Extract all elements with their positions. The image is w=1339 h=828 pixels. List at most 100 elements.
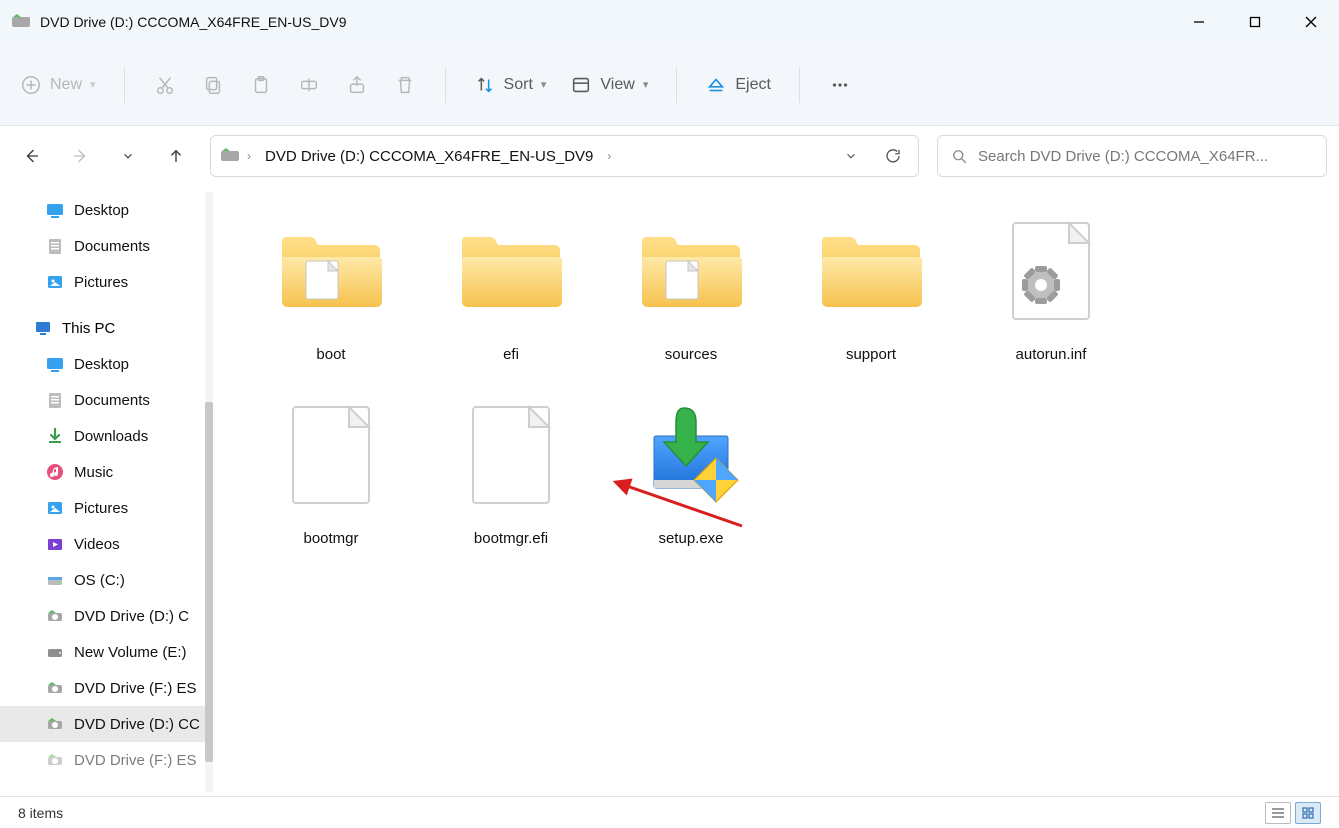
chevron-down-icon: ▾	[541, 78, 547, 91]
setup-icon	[636, 390, 746, 520]
file-grid: boot efi sources support autorun.inf bootmgr…	[213, 186, 1339, 796]
file-item[interactable]: sources	[601, 206, 781, 386]
sidebar-item[interactable]: New Volume (E:)	[0, 634, 213, 670]
downloads-icon	[46, 427, 64, 445]
sidebar-item[interactable]: OS (C:)	[0, 562, 213, 598]
disk-icon	[46, 571, 64, 589]
sort-button[interactable]: Sort ▾	[464, 63, 557, 107]
videos-icon	[46, 535, 64, 553]
file-item[interactable]: boot	[241, 206, 421, 386]
sidebar-item[interactable]: Downloads	[0, 418, 213, 454]
sidebar-item[interactable]: Documents	[0, 228, 213, 264]
sidebar-item-label: Documents	[74, 238, 150, 255]
close-button[interactable]	[1283, 0, 1339, 44]
view-button[interactable]: View ▾	[560, 63, 658, 107]
window-title: DVD Drive (D:) CCCOMA_X64FRE_EN-US_DV9	[40, 14, 347, 30]
eject-icon	[705, 74, 727, 96]
new-button[interactable]: New ▾	[10, 63, 106, 107]
sidebar-item-label: Desktop	[74, 356, 129, 373]
sidebar-item[interactable]: DVD Drive (F:) ES	[0, 670, 213, 706]
sidebar-item[interactable]: DVD Drive (D:) CC	[0, 706, 213, 742]
thispc-icon	[34, 319, 52, 337]
file-label: autorun.inf	[1016, 346, 1087, 363]
breadcrumb-item[interactable]: DVD Drive (D:) CCCOMA_X64FRE_EN-US_DV9	[259, 144, 599, 169]
inf-icon	[999, 206, 1103, 336]
rename-button	[287, 63, 331, 107]
toolbar: New ▾ Sort ▾ View ▾ Eject	[0, 44, 1339, 126]
status-bar: 8 items	[0, 796, 1339, 828]
sidebar-item[interactable]: DVD Drive (F:) ES	[0, 742, 213, 778]
sidebar-item[interactable]: Desktop	[0, 346, 213, 382]
sidebar-item-label: DVD Drive (F:) ES	[74, 680, 197, 697]
nav-row: › DVD Drive (D:) CCCOMA_X64FRE_EN-US_DV9…	[0, 126, 1339, 186]
sidebar-item-label: Documents	[74, 392, 150, 409]
file-item[interactable]: setup.exe	[601, 390, 781, 570]
dvd-icon	[46, 751, 64, 769]
eject-button[interactable]: Eject	[695, 63, 781, 107]
view-icon	[570, 74, 592, 96]
search-box[interactable]: Search DVD Drive (D:) CCCOMA_X64FR...	[937, 135, 1327, 177]
sidebar-item[interactable]: DVD Drive (D:) C	[0, 598, 213, 634]
address-bar[interactable]: › DVD Drive (D:) CCCOMA_X64FRE_EN-US_DV9…	[210, 135, 919, 177]
scissors-icon	[154, 74, 176, 96]
icons-view-button[interactable]	[1295, 802, 1321, 824]
trash-icon	[394, 74, 416, 96]
up-button[interactable]	[156, 136, 196, 176]
chevron-down-icon: ▾	[643, 78, 649, 91]
status-text: 8 items	[18, 805, 63, 821]
sidebar-item-label: DVD Drive (F:) ES	[74, 752, 197, 769]
sidebar-item-label: Music	[74, 464, 113, 481]
breadcrumb-separator: ›	[607, 149, 611, 163]
dvd-icon	[46, 679, 64, 697]
pictures-icon	[46, 273, 64, 291]
minimize-button[interactable]	[1171, 0, 1227, 44]
sidebar-item-label: OS (C:)	[74, 572, 125, 589]
delete-button	[383, 63, 427, 107]
file-label: bootmgr.efi	[474, 530, 548, 547]
eject-label: Eject	[735, 76, 771, 94]
sidebar-item[interactable]: Videos	[0, 526, 213, 562]
sidebar-item[interactable]: Pictures	[0, 490, 213, 526]
search-icon	[950, 147, 968, 165]
more-button[interactable]	[818, 63, 862, 107]
file-label: sources	[665, 346, 718, 363]
sidebar: Desktop Documents Pictures This PC Desktop…	[0, 186, 213, 796]
refresh-button[interactable]	[878, 141, 908, 171]
file-label: support	[846, 346, 896, 363]
paste-button	[239, 63, 283, 107]
documents-icon	[46, 237, 64, 255]
sidebar-item[interactable]: Pictures	[0, 264, 213, 300]
file-item[interactable]: bootmgr.efi	[421, 390, 601, 570]
copy-icon	[202, 74, 224, 96]
forward-button[interactable]	[60, 136, 100, 176]
documents-icon	[46, 391, 64, 409]
sidebar-item[interactable]: Documents	[0, 382, 213, 418]
sidebar-item-label: New Volume (E:)	[74, 644, 187, 661]
new-label: New	[50, 76, 82, 94]
file-item[interactable]: support	[781, 206, 961, 386]
file-icon	[459, 390, 563, 520]
desktop-icon	[46, 355, 64, 373]
file-item[interactable]: autorun.inf	[961, 206, 1141, 386]
sidebar-item[interactable]: Music	[0, 454, 213, 490]
app-icon	[12, 13, 30, 31]
share-button	[335, 63, 379, 107]
file-item[interactable]: efi	[421, 206, 601, 386]
back-button[interactable]	[12, 136, 52, 176]
sidebar-item[interactable]: Desktop	[0, 192, 213, 228]
history-dropdown[interactable]	[108, 136, 148, 176]
sort-label: Sort	[504, 76, 533, 94]
maximize-button[interactable]	[1227, 0, 1283, 44]
sidebar-scrollbar-thumb[interactable]	[205, 402, 213, 762]
file-item[interactable]: bootmgr	[241, 390, 421, 570]
address-dropdown[interactable]	[836, 141, 866, 171]
sidebar-item-label: DVD Drive (D:) CC	[74, 716, 200, 733]
file-label: boot	[316, 346, 345, 363]
sidebar-item-label: Pictures	[74, 274, 128, 291]
folder-doc-icon	[636, 206, 746, 336]
details-view-button[interactable]	[1265, 802, 1291, 824]
sidebar-item-label: Videos	[74, 536, 120, 553]
sidebar-item-label: Downloads	[74, 428, 148, 445]
sidebar-thispc[interactable]: This PC	[0, 310, 213, 346]
dvd-icon	[46, 607, 64, 625]
